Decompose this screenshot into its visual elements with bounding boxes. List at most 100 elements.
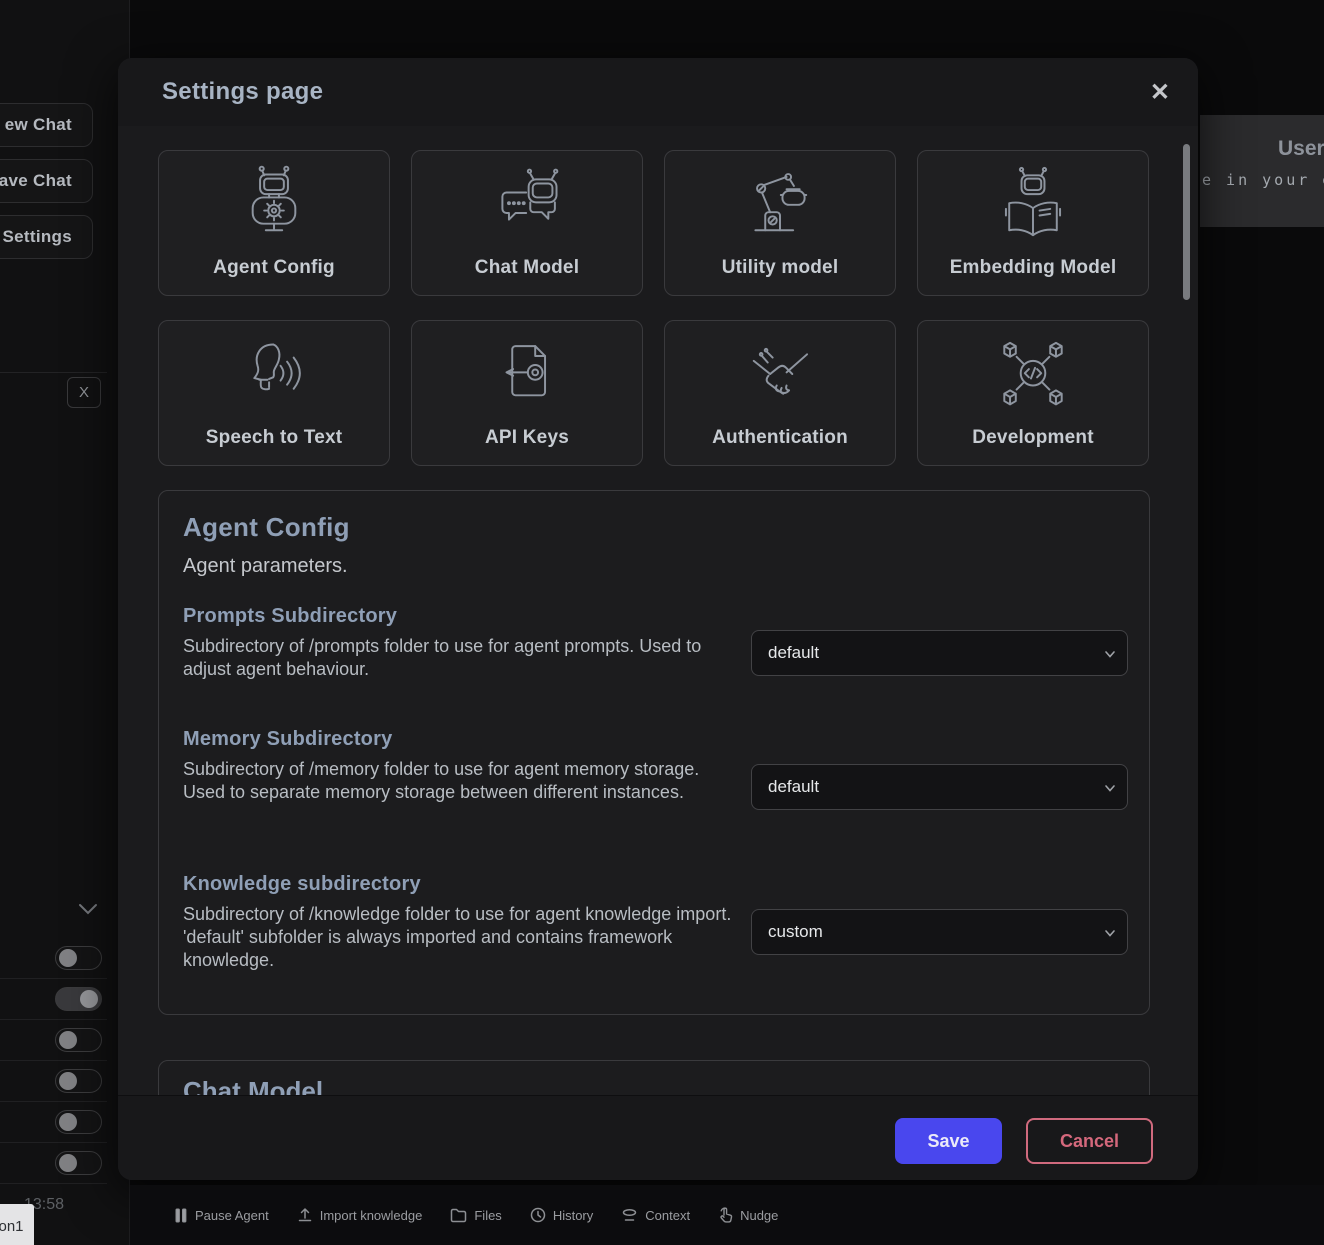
import-knowledge-button[interactable]: Import knowledge xyxy=(297,1207,423,1223)
bottom-toolbar: Pause Agent Import knowledge Files Histo… xyxy=(130,1185,1324,1245)
sidebar-toggle-row xyxy=(0,938,107,979)
chat-message-fragment: e in your en xyxy=(1202,171,1324,189)
pause-icon xyxy=(175,1208,187,1222)
nav-card-development[interactable]: Development xyxy=(917,320,1149,466)
section-subtitle: Agent parameters. xyxy=(183,555,348,577)
context-icon xyxy=(623,1208,637,1221)
toggle-switch-3[interactable] xyxy=(55,1028,102,1052)
nav-card-label: Authentication xyxy=(712,427,848,448)
memory-subdirectory-select[interactable]: default xyxy=(751,764,1128,810)
sidebar-close-button[interactable]: X xyxy=(67,377,101,408)
face-speech-icon xyxy=(253,343,301,391)
nav-card-agent-config[interactable]: Agent Config xyxy=(158,150,390,296)
field-title: Knowledge subdirectory xyxy=(183,873,421,895)
robot-book-icon xyxy=(1004,166,1062,237)
field-description: Subdirectory of /knowledge folder to use… xyxy=(183,904,732,970)
sidebar-toggle-row xyxy=(0,1102,107,1143)
modal-scrollbar-thumb[interactable] xyxy=(1183,144,1190,300)
field-description: Subdirectory of /prompts folder to use f… xyxy=(183,636,702,679)
toolbar-label: History xyxy=(552,1207,594,1223)
toggle-switch-2[interactable] xyxy=(55,987,102,1011)
field-knowledge-subdirectory: Knowledge subdirectory Subdirectory of /… xyxy=(183,873,743,972)
toolbar-label: Context xyxy=(645,1207,691,1223)
save-chat-button[interactable]: ave Chat xyxy=(0,159,93,203)
field-title: Memory Subdirectory xyxy=(183,728,393,750)
new-chat-label: ew Chat xyxy=(4,115,72,134)
toolbar-label: Nudge xyxy=(740,1207,779,1223)
toolbar-label: Import knowledge xyxy=(319,1207,423,1223)
nav-card-label: Chat Model xyxy=(474,257,580,278)
knowledge-subdirectory-select[interactable]: custom xyxy=(751,909,1128,955)
nav-card-speech-to-text[interactable]: Speech to Text xyxy=(158,320,390,466)
toggle-knob xyxy=(59,949,77,967)
field-description: Subdirectory of /memory folder to use fo… xyxy=(183,759,700,802)
modal-footer: Save Cancel xyxy=(118,1095,1198,1180)
field-prompts-subdirectory: Prompts Subdirectory Subdirectory of /pr… xyxy=(183,605,743,681)
toolbar-label: Files xyxy=(474,1207,502,1223)
field-memory-subdirectory: Memory Subdirectory Subdirectory of /mem… xyxy=(183,728,743,804)
toggle-switch-5[interactable] xyxy=(55,1110,102,1134)
status-tooltip: on1 xyxy=(0,1204,34,1245)
nav-card-label: Agent Config xyxy=(213,257,335,278)
tooltip-label: on1 xyxy=(0,1217,24,1235)
settings-label: Settings xyxy=(2,227,72,246)
folder-icon xyxy=(451,1208,467,1222)
code-network-icon xyxy=(1003,341,1063,406)
nav-card-authentication[interactable]: Authentication xyxy=(664,320,896,466)
toggle-switch-1[interactable] xyxy=(55,946,102,970)
new-chat-button[interactable]: ew Chat xyxy=(0,103,93,147)
select-value: default xyxy=(768,643,820,662)
settings-nav-cards: Agent Config Chat Model Utility model Em… xyxy=(158,150,1150,466)
document-key-icon xyxy=(505,345,547,397)
sidebar-divider xyxy=(0,372,107,373)
pause-agent-button[interactable]: Pause Agent xyxy=(174,1208,269,1223)
sidebar-toggle-row xyxy=(0,1143,107,1184)
chat-message-panel: User e in your en xyxy=(1200,115,1324,227)
upload-icon xyxy=(298,1208,311,1222)
sidebar-toggle-row xyxy=(0,1061,107,1102)
modal-header: Settings page ✕ xyxy=(118,58,1198,126)
nav-card-label: Speech to Text xyxy=(205,427,343,448)
nav-card-label: Development xyxy=(972,427,1094,448)
history-button[interactable]: History xyxy=(530,1207,593,1223)
nav-card-api-keys[interactable]: API Keys xyxy=(411,320,643,466)
nav-card-embedding-model[interactable]: Embedding Model xyxy=(917,150,1149,296)
chevron-down-icon[interactable] xyxy=(76,901,100,922)
select-value: default xyxy=(768,777,820,796)
save-chat-label: ave Chat xyxy=(0,171,72,190)
chevron-down-icon xyxy=(1105,930,1115,937)
clock-icon xyxy=(530,1207,546,1223)
settings-modal: Settings page ✕ Agent Config Chat Model … xyxy=(118,58,1198,1180)
toggle-switch-4[interactable] xyxy=(55,1069,102,1093)
cancel-button[interactable]: Cancel xyxy=(1026,1118,1153,1164)
select-value: custom xyxy=(768,922,823,941)
handshake-icon xyxy=(752,347,809,395)
toggle-knob xyxy=(59,1113,77,1131)
section-title: Agent Config xyxy=(183,512,350,542)
app-root: ew Chat ave Chat ⚙ Settings X xyxy=(0,0,1324,1245)
nav-card-label: API Keys xyxy=(485,427,569,448)
nudge-button[interactable]: Nudge xyxy=(718,1207,778,1223)
robot-arm-icon xyxy=(754,173,808,232)
files-button[interactable]: Files xyxy=(450,1207,502,1223)
nav-card-label: Utility model xyxy=(721,257,839,278)
hand-pointer-icon xyxy=(720,1207,733,1223)
chevron-down-icon xyxy=(1105,785,1115,792)
chevron-down-icon xyxy=(1105,651,1115,658)
close-icon[interactable]: ✕ xyxy=(1150,78,1170,107)
save-button[interactable]: Save xyxy=(895,1118,1002,1164)
nav-card-label: Embedding Model xyxy=(949,257,1117,278)
prompts-subdirectory-select[interactable]: default xyxy=(751,630,1128,676)
sidebar-toggle-row xyxy=(0,1020,107,1061)
context-button[interactable]: Context xyxy=(621,1208,690,1223)
toggle-switch-6[interactable] xyxy=(55,1151,102,1175)
settings-button[interactable]: ⚙ Settings xyxy=(0,215,93,259)
nav-card-chat-model[interactable]: Chat Model xyxy=(411,150,643,296)
toolbar-label: Pause Agent xyxy=(195,1207,269,1223)
chat-robot-icon xyxy=(501,168,559,221)
chat-author: User xyxy=(1278,137,1324,160)
nav-card-utility-model[interactable]: Utility model xyxy=(664,150,896,296)
modal-title: Settings page xyxy=(162,78,324,105)
robot-gear-icon xyxy=(251,165,297,232)
toggle-knob xyxy=(59,1072,77,1090)
